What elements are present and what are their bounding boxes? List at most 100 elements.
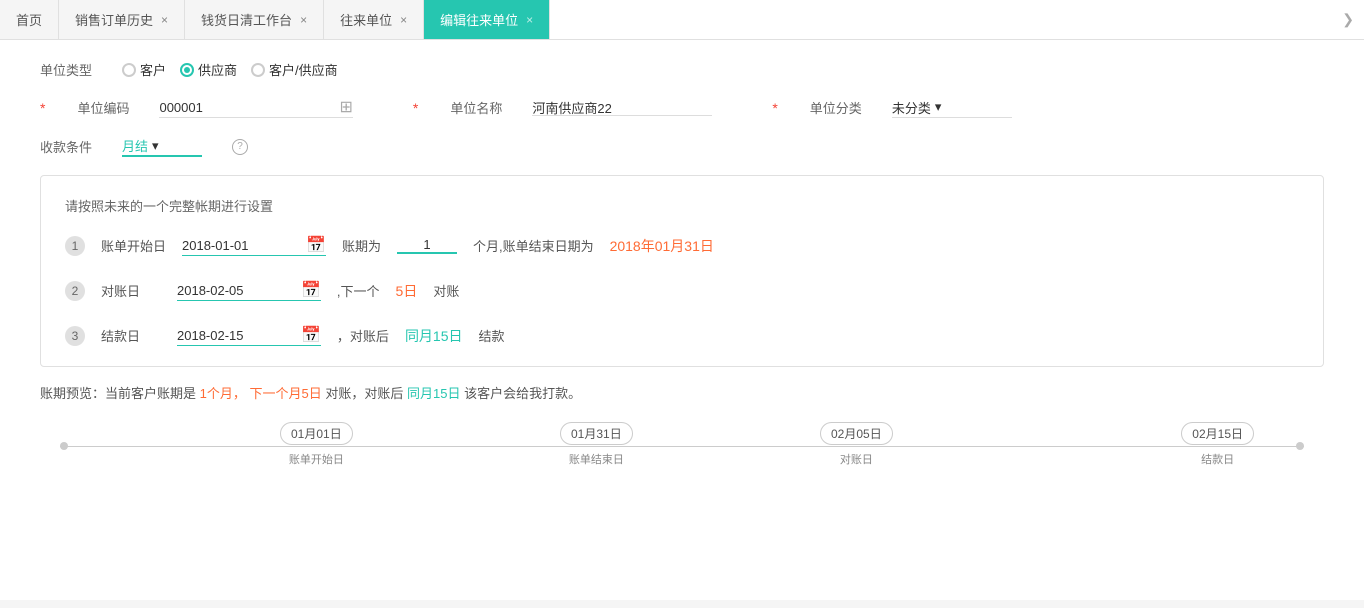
help-icon[interactable]: ? — [232, 139, 248, 155]
period-date-3-input[interactable] — [177, 328, 297, 343]
unit-category-dropdown-icon: ▾ — [935, 99, 942, 115]
timeline-line — [60, 446, 1304, 447]
timeline-node-2: 01月31日 账单结束日 — [560, 422, 633, 467]
period-label-1: 账单开始日 — [101, 236, 166, 255]
tab-edit-unit[interactable]: 编辑往来单位 × — [424, 0, 550, 39]
period-box: 请按照未来的一个完整帐期进行设置 1 账单开始日 📅 账期为 个月,账单结束日期… — [40, 175, 1324, 367]
period-row-1: 1 账单开始日 📅 账期为 个月,账单结束日期为 2018年01月31日 — [65, 235, 1299, 256]
unit-code-label: 单位编码 — [77, 98, 129, 117]
radio-customer-label: 客户 — [140, 60, 166, 79]
payment-terms-value: 月结 — [122, 136, 148, 155]
period-date-1-calendar-icon[interactable]: 📅 — [306, 235, 326, 255]
tab-home-label: 首页 — [16, 10, 42, 29]
period-date-2-calendar-icon[interactable]: 📅 — [301, 280, 321, 300]
timeline-node-1-date: 01月01日 — [280, 422, 353, 445]
timeline-end-dot — [1296, 442, 1304, 450]
radio-supplier-circle — [180, 63, 194, 77]
unit-type-label: 单位类型 — [40, 60, 92, 79]
unit-name-input[interactable] — [532, 100, 712, 115]
preview-text: 账期预览：当前客户账期是 1个月， 下一个月5日 对账，对账后 同月15日 该客… — [40, 383, 1324, 402]
preview-part5: 该客户会给我打款。 — [464, 386, 581, 401]
period-label-2: 对账日 — [101, 281, 161, 300]
unit-code-input-wrapper: ⊞ — [159, 97, 352, 118]
tab-units-close[interactable]: × — [400, 13, 407, 27]
unit-category-label: 单位分类 — [810, 98, 862, 117]
timeline-node-3-label: 对账日 — [840, 451, 873, 467]
period-box-title: 请按照未来的一个完整帐期进行设置 — [65, 196, 1299, 215]
period-desc-1-prefix: 账期为 — [342, 236, 381, 255]
timeline-node-4-date: 02月15日 — [1181, 422, 1254, 445]
timeline-node-2-label: 账单结束日 — [569, 451, 624, 467]
tab-edit-unit-close[interactable]: × — [526, 13, 533, 27]
payment-terms-label: 收款条件 — [40, 137, 92, 156]
period-num-1: 1 — [65, 236, 85, 256]
unit-type-radio-group: 客户 供应商 客户/供应商 — [122, 60, 338, 79]
period-date-2-input[interactable] — [177, 283, 297, 298]
radio-customer-supplier-circle — [251, 63, 265, 77]
period-label-3: 结款日 — [101, 326, 161, 345]
unit-code-input[interactable] — [159, 100, 335, 115]
timeline-node-4: 02月15日 结款日 — [1181, 422, 1254, 467]
unit-category-select[interactable]: 未分类 ▾ — [892, 98, 1012, 118]
period-date-3-calendar-icon[interactable]: 📅 — [301, 325, 321, 345]
radio-supplier-label: 供应商 — [198, 60, 237, 79]
code-name-category-row: * 单位编码 ⊞ * 单位名称 * 单位分类 未分类 ▾ — [40, 97, 1324, 118]
period-desc-2-prefix: ,下一个 — [337, 281, 380, 300]
tab-sales-history[interactable]: 销售订单历史 × — [59, 0, 185, 39]
unit-name-input-wrapper — [532, 100, 712, 116]
tab-home[interactable]: 首页 — [0, 0, 59, 39]
payment-terms-dropdown-icon: ▾ — [152, 138, 159, 154]
tab-cash-work[interactable]: 钱货日清工作台 × — [185, 0, 324, 39]
period-end-date-highlight: 2018年01月31日 — [610, 236, 714, 256]
timeline-node-3-date: 02月05日 — [820, 422, 893, 445]
radio-customer-circle — [122, 63, 136, 77]
timeline-node-4-label: 结款日 — [1201, 451, 1234, 467]
period-desc-3-prefix: ，对账后 — [337, 326, 389, 345]
radio-customer-supplier[interactable]: 客户/供应商 — [251, 60, 338, 79]
period-desc-1-suffix: 个月,账单结束日期为 — [473, 236, 594, 255]
timeline-node-2-date: 01月31日 — [560, 422, 633, 445]
timeline-node-1: 01月01日 账单开始日 — [280, 422, 353, 467]
unit-name-star: * — [413, 100, 418, 116]
radio-supplier[interactable]: 供应商 — [180, 60, 237, 79]
payment-terms-row: 收款条件 月结 ▾ ? — [40, 136, 1324, 157]
period-row-2: 2 对账日 📅 ,下一个 5日 对账 — [65, 280, 1299, 301]
period-highlight-5th: 5日 — [396, 281, 418, 301]
unit-name-label: 单位名称 — [450, 98, 502, 117]
tab-cash-work-close[interactable]: × — [300, 13, 307, 27]
tab-edit-unit-label: 编辑往来单位 — [440, 10, 518, 29]
timeline-node-1-label: 账单开始日 — [289, 451, 344, 467]
tab-cash-work-label: 钱货日清工作台 — [201, 10, 292, 29]
period-row-3: 3 结款日 📅 ，对账后 同月15日 结款 — [65, 325, 1299, 346]
preview-part3: 对账，对账后 — [325, 386, 403, 401]
period-date-1-wrap: 📅 — [182, 235, 326, 256]
period-months-input[interactable] — [397, 237, 457, 254]
period-date-1-input[interactable] — [182, 238, 302, 253]
unit-category-star: * — [772, 100, 777, 116]
unit-type-row: 单位类型 客户 供应商 客户/供应商 — [40, 60, 1324, 79]
period-highlight-15th: 同月15日 — [405, 326, 463, 346]
payment-terms-select[interactable]: 月结 ▾ — [122, 136, 202, 157]
period-num-2: 2 — [65, 281, 85, 301]
period-date-2-wrap: 📅 — [177, 280, 321, 301]
unit-category-value: 未分类 — [892, 98, 931, 117]
unit-code-copy-icon[interactable]: ⊞ — [339, 97, 352, 117]
tab-sales-history-close[interactable]: × — [161, 13, 168, 27]
unit-code-star: * — [40, 100, 45, 116]
preview-part2: 下一个月5日 — [250, 386, 322, 401]
radio-customer-supplier-label: 客户/供应商 — [269, 60, 338, 79]
radio-customer[interactable]: 客户 — [122, 60, 166, 79]
preview-section: 账期预览：当前客户账期是 1个月， 下一个月5日 对账，对账后 同月15日 该客… — [40, 367, 1324, 502]
period-num-3: 3 — [65, 326, 85, 346]
main-content: 单位类型 客户 供应商 客户/供应商 * 单位编码 ⊞ * 单位名称 — [0, 40, 1364, 600]
tab-expand-button[interactable]: ❯ — [1332, 0, 1364, 39]
preview-label: 账期预览：当前客户账期是 — [40, 386, 196, 401]
period-desc-2-suffix: 对账 — [433, 281, 459, 300]
tab-bar: 首页 销售订单历史 × 钱货日清工作台 × 往来单位 × 编辑往来单位 × ❯ — [0, 0, 1364, 40]
tab-units-label: 往来单位 — [340, 10, 392, 29]
tab-units[interactable]: 往来单位 × — [324, 0, 424, 39]
tab-sales-history-label: 销售订单历史 — [75, 10, 153, 29]
period-date-3-wrap: 📅 — [177, 325, 321, 346]
timeline-start-dot — [60, 442, 68, 450]
timeline-container: 01月01日 账单开始日 01月31日 账单结束日 02月05日 对账日 02月… — [40, 422, 1324, 502]
